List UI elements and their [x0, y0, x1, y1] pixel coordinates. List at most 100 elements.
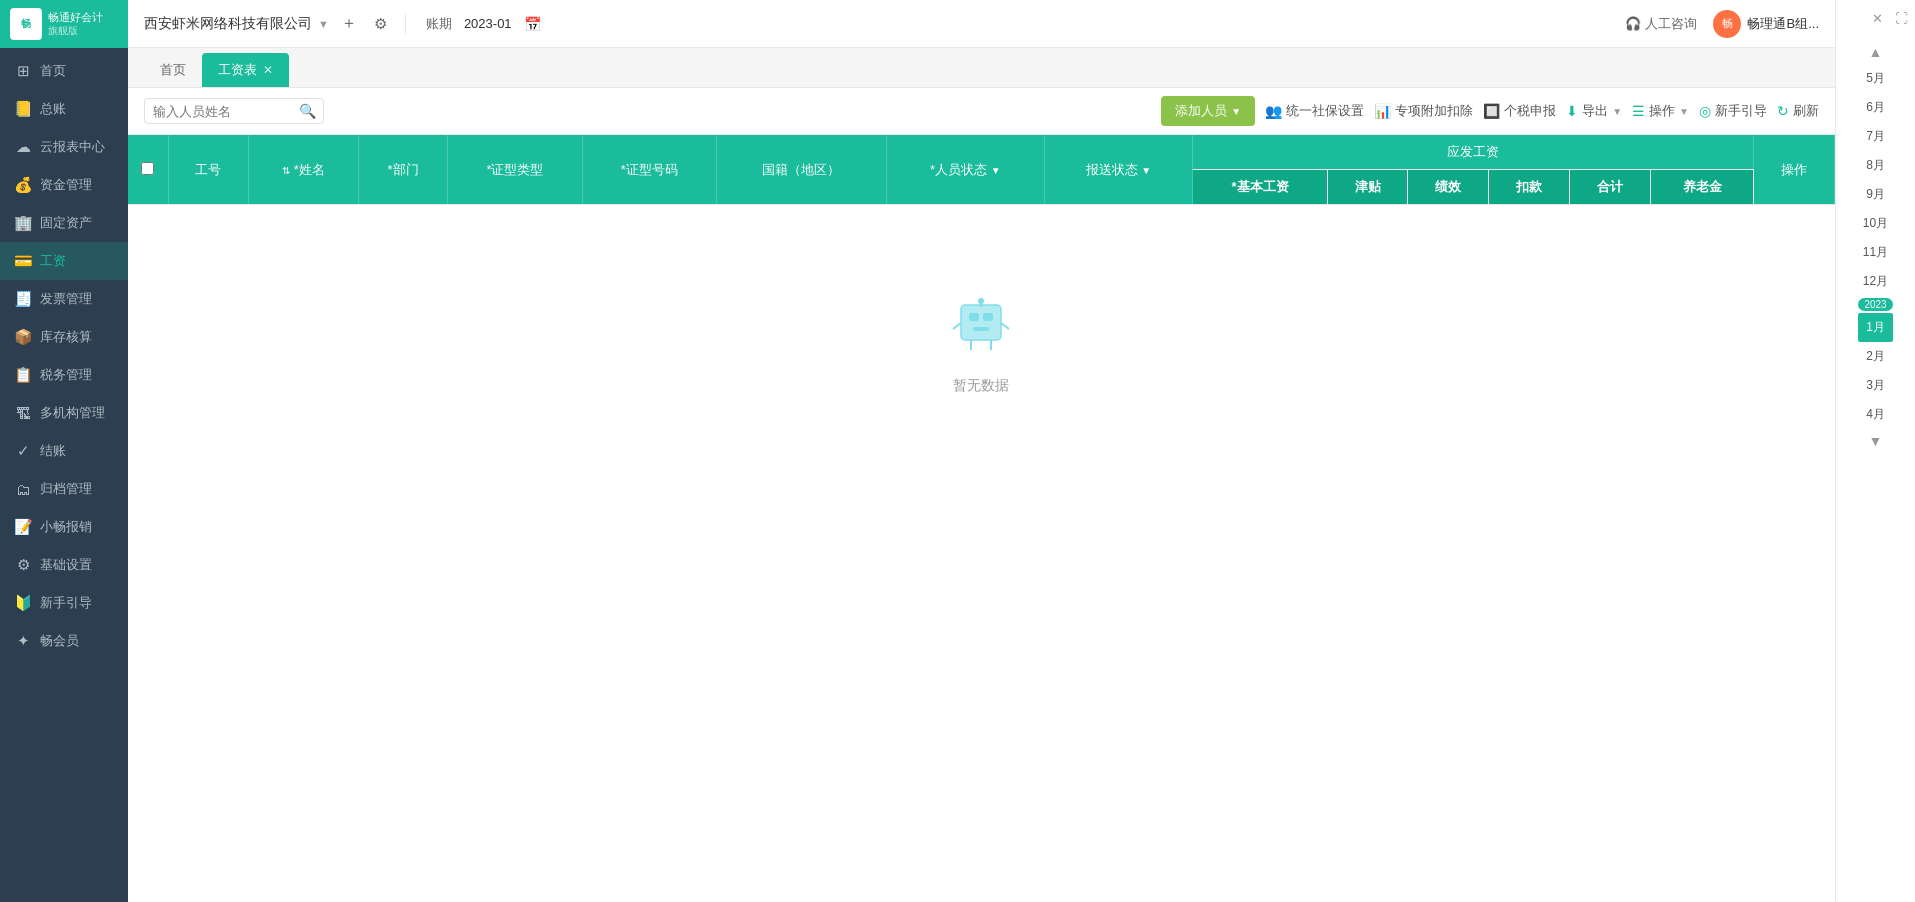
th-name: ⇅ *姓名 — [249, 135, 359, 205]
operations-button[interactable]: ☰ 操作 ▼ — [1632, 102, 1689, 120]
tab-close-salary-table[interactable]: ✕ — [263, 63, 273, 77]
user-info[interactable]: 畅 畅理通B组... — [1713, 10, 1819, 38]
add-person-button[interactable]: 添加人员 ▼ — [1161, 96, 1255, 126]
month-prev-11[interactable]: 11月 — [1858, 238, 1892, 267]
month-prev-8[interactable]: 8月 — [1858, 151, 1892, 180]
sidebar-item-expense[interactable]: 📝小畅报销 — [0, 508, 128, 546]
social-security-button[interactable]: 👥 统一社保设置 — [1265, 102, 1364, 120]
month-prev-9[interactable]: 9月 — [1858, 180, 1892, 209]
social-security-icon: 👥 — [1265, 103, 1282, 119]
refresh-button[interactable]: ↻ 刷新 — [1777, 102, 1819, 120]
close-panel-button[interactable]: ✕ — [1867, 8, 1887, 28]
invoice-icon: 🧾 — [14, 290, 32, 308]
month-prev-6[interactable]: 6月 — [1858, 93, 1892, 122]
sidebar-item-cloud-report[interactable]: ☁云报表中心 — [0, 128, 128, 166]
tab-home[interactable]: 首页 — [144, 53, 202, 87]
personal-tax-button[interactable]: 🔲 个税申报 — [1483, 102, 1556, 120]
salary-table: 工号 ⇅ *姓名 *部门 *证型类型 *证型号码 国籍（地区） *人员状态 ▼ … — [128, 135, 1835, 475]
month-current-4[interactable]: 4月 — [1858, 400, 1892, 429]
month-list: 5月6月7月8月9月10月11月12月 2023 1月2月3月4月 — [1858, 64, 1892, 429]
sidebar-item-inventory[interactable]: 📦 库存核算 — [0, 318, 128, 356]
month-current-3[interactable]: 3月 — [1858, 371, 1892, 400]
inventory-icon: 📦 — [14, 328, 32, 346]
sidebar-item-label-archive: 归档管理 — [40, 480, 92, 498]
sidebar-item-fixed-assets[interactable]: 🏢固定资产 — [0, 204, 128, 242]
guide-icon: 🔰 — [14, 594, 32, 612]
th-checkbox[interactable] — [128, 135, 168, 205]
company-dropdown-icon: ▼ — [318, 18, 329, 30]
member-icon: ✦ — [14, 632, 32, 650]
svg-line-6 — [953, 323, 961, 329]
report-filter-icon[interactable]: ▼ — [1141, 165, 1151, 176]
export-button[interactable]: ⬇ 导出 ▼ — [1566, 102, 1622, 120]
month-current-1[interactable]: 1月 — [1858, 313, 1892, 342]
sidebar-item-invoice[interactable]: 🧾 发票管理 — [0, 280, 128, 318]
month-prev-7[interactable]: 7月 — [1858, 122, 1892, 151]
month-prev-10[interactable]: 10月 — [1858, 209, 1892, 238]
sidebar-item-settings[interactable]: ⚙基础设置 — [0, 546, 128, 584]
status-filter-icon[interactable]: ▼ — [991, 165, 1001, 176]
right-panel: ✕ ⛶ ▲ 5月6月7月8月9月10月11月12月 2023 1月2月3月4月 ▼ — [1835, 0, 1915, 902]
sidebar-item-salary[interactable]: 💳工资 — [0, 242, 128, 280]
sidebar-item-label-member: 畅会员 — [40, 632, 79, 650]
period-label: 账期 — [426, 15, 452, 33]
sidebar-item-checkout[interactable]: ✓结账 — [0, 432, 128, 470]
user-name: 畅理通B组... — [1747, 15, 1819, 33]
sidebar-item-home[interactable]: ⊞首页 — [0, 52, 128, 90]
export-icon: ⬇ — [1566, 103, 1578, 119]
svg-rect-3 — [973, 327, 989, 331]
search-wrap[interactable]: 🔍 — [144, 98, 324, 124]
th-base-salary: *基本工资 — [1193, 170, 1327, 205]
toolbar-right: 添加人员 ▼ 👥 统一社保设置 📊 专项附加扣除 🔲 个税申报 ⬇ 导出 ▼ — [1161, 96, 1819, 126]
th-deduction: 扣款 — [1489, 170, 1570, 205]
company-selector[interactable]: 西安虾米网络科技有限公司 ▼ — [144, 15, 329, 33]
toolbar: 🔍 添加人员 ▼ 👥 统一社保设置 📊 专项附加扣除 🔲 个税申报 ⬇ 导出 — [128, 88, 1835, 135]
month-current-2[interactable]: 2月 — [1858, 342, 1892, 371]
select-all-checkbox[interactable] — [141, 162, 154, 175]
settings-button[interactable]: ⚙ — [369, 12, 393, 36]
sidebar-item-label-invoice: 发票管理 — [40, 290, 92, 308]
multi-org-icon: 🏗 — [14, 405, 32, 422]
tab-salary-table[interactable]: 工资表✕ — [202, 53, 289, 87]
search-input[interactable] — [153, 104, 293, 119]
scroll-down-button[interactable]: ▼ — [1864, 429, 1888, 453]
expand-panel-button[interactable]: ⛶ — [1891, 8, 1911, 28]
customer-service-button[interactable]: 🎧 人工咨询 — [1625, 15, 1697, 33]
search-icon[interactable]: 🔍 — [299, 103, 316, 119]
guide-button[interactable]: ◎ 新手引导 — [1699, 102, 1767, 120]
th-idtype: *证型类型 — [448, 135, 582, 205]
th-report-status: 报送状态 ▼ — [1044, 135, 1193, 205]
month-prev-12[interactable]: 12月 — [1858, 267, 1892, 296]
main-content: 西安虾米网络科技有限公司 ▼ ＋ ⚙ 账期 2023-01 📅 🎧 人工咨询 畅… — [128, 0, 1835, 902]
personal-tax-icon: 🔲 — [1483, 103, 1500, 119]
topbar-divider — [405, 14, 406, 34]
empty-text: 暂无数据 — [953, 377, 1009, 395]
sidebar-item-label-settings: 基础设置 — [40, 556, 92, 574]
th-allowance: 津贴 — [1327, 170, 1408, 205]
table-container: 工号 ⇅ *姓名 *部门 *证型类型 *证型号码 国籍（地区） *人员状态 ▼ … — [128, 135, 1835, 902]
sidebar-item-fund[interactable]: 💰资金管理 — [0, 166, 128, 204]
th-salary-group: 应发工资 — [1193, 135, 1754, 170]
panel-controls: ✕ ⛶ — [1867, 8, 1911, 28]
sort-icon: ⇅ — [282, 165, 290, 176]
th-empno: 工号 — [168, 135, 249, 205]
period-value: 2023-01 — [464, 16, 512, 31]
scroll-up-button[interactable]: ▲ — [1864, 40, 1888, 64]
topbar: 西安虾米网络科技有限公司 ▼ ＋ ⚙ 账期 2023-01 📅 🎧 人工咨询 畅… — [128, 0, 1835, 48]
sidebar-item-member[interactable]: ✦ 畅会员 — [0, 622, 128, 660]
year-badge-2023[interactable]: 2023 — [1858, 298, 1892, 311]
company-name: 西安虾米网络科技有限公司 — [144, 15, 312, 33]
sidebar-item-guide[interactable]: 🔰 新手引导 — [0, 584, 128, 622]
sidebar-item-label-inventory: 库存核算 — [40, 328, 92, 346]
sidebar-item-label-guide: 新手引导 — [40, 594, 92, 612]
sidebar-item-label-tax: 税务管理 — [40, 366, 92, 384]
sidebar-item-archive[interactable]: 🗂归档管理 — [0, 470, 128, 508]
sidebar-item-label-ledger: 总账 — [40, 100, 66, 118]
sidebar-item-multi-org[interactable]: 🏗多机构管理 — [0, 394, 128, 432]
sidebar-item-tax[interactable]: 📋税务管理 — [0, 356, 128, 394]
month-prev-5[interactable]: 5月 — [1858, 64, 1892, 93]
sidebar-item-ledger[interactable]: 📒总账 — [0, 90, 128, 128]
special-deduction-button[interactable]: 📊 专项附加扣除 — [1374, 102, 1473, 120]
add-company-button[interactable]: ＋ — [337, 12, 361, 36]
calendar-icon[interactable]: 📅 — [524, 16, 541, 32]
